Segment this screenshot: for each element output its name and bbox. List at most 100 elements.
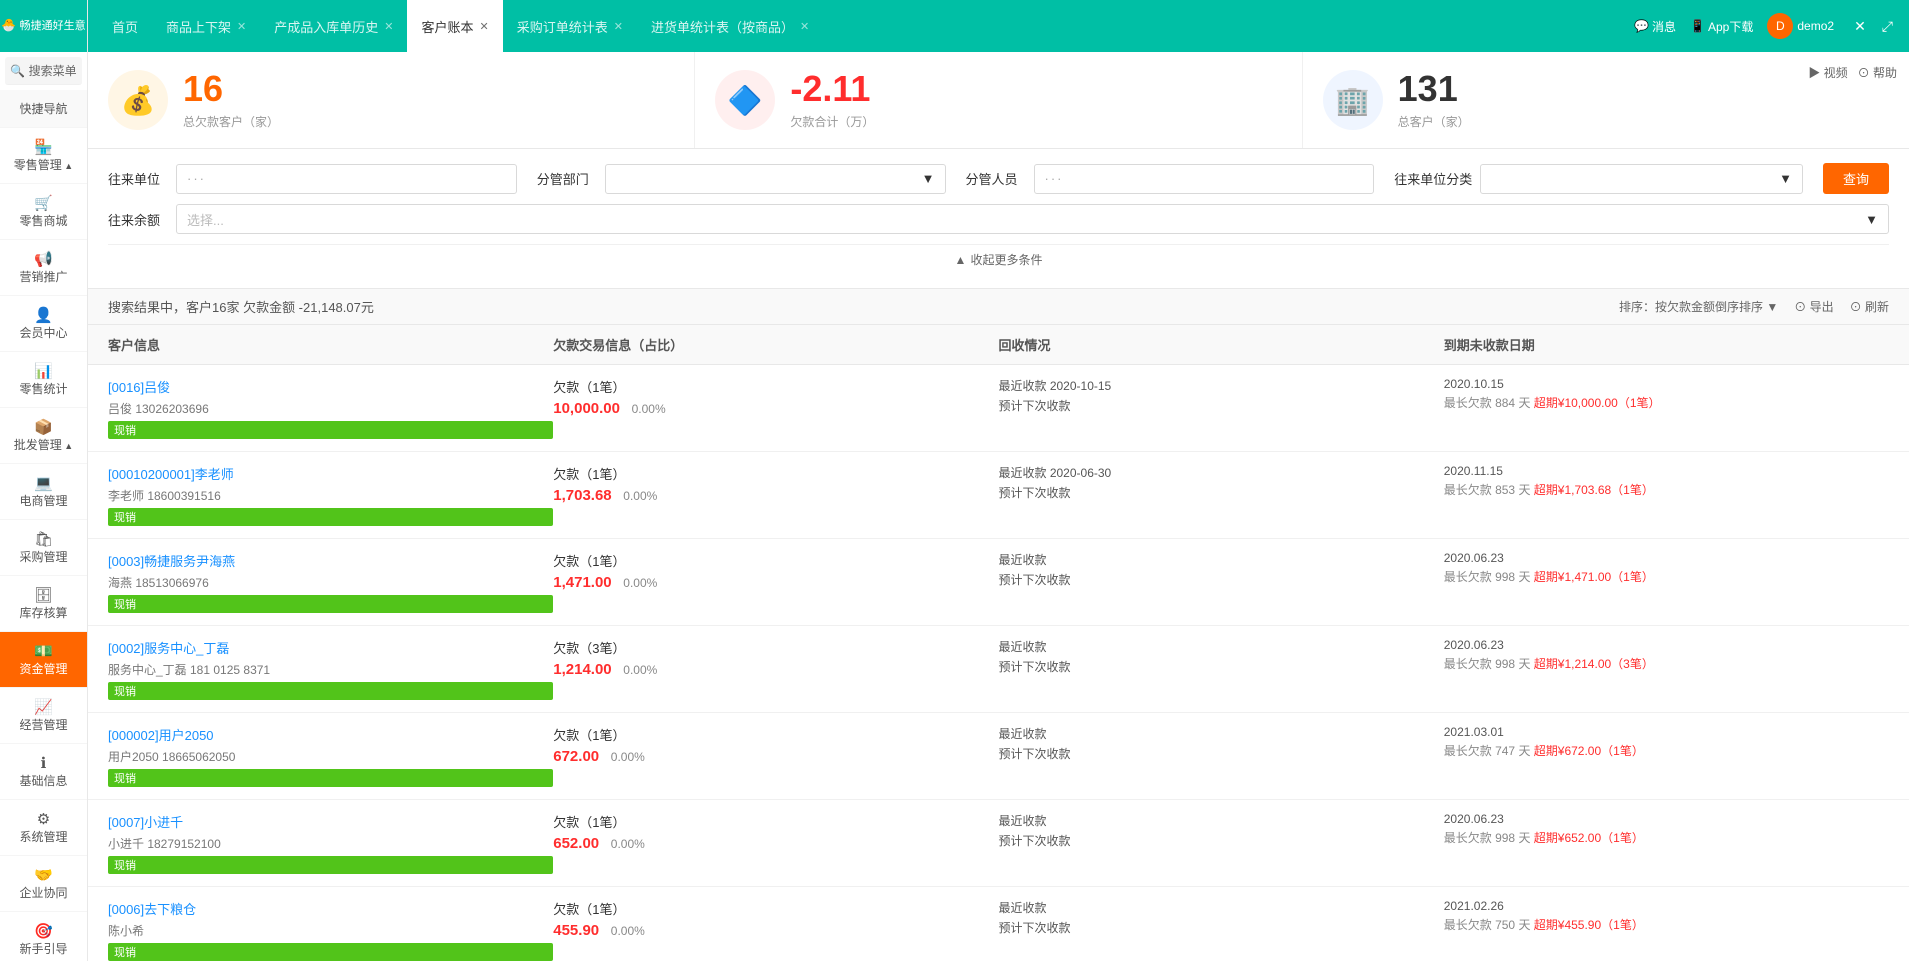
overdue-info-4: 2021.03.01 最长欠款 747 天 超期¥672.00（1笔） xyxy=(1444,725,1889,759)
expand-btn[interactable]: ⤢ xyxy=(1876,13,1899,39)
table-row: [0003]畅捷服务尹海燕 海燕 18513066976 现销 欠款（1笔） 1… xyxy=(88,539,1909,626)
customer-phone-6: 陈小希 xyxy=(108,922,553,939)
collapse-icon: ▲ xyxy=(955,253,967,267)
message-btn[interactable]: 💬 消息 xyxy=(1634,18,1676,35)
customer-name-4[interactable]: [000002]用户2050 xyxy=(108,725,553,744)
customer-name-6[interactable]: [0006]去下粮仓 xyxy=(108,899,553,918)
sidebar-item-7[interactable]: 🛍采购管理 xyxy=(0,520,87,576)
customer-info-4: [000002]用户2050 用户2050 18665062050 现销 xyxy=(108,725,553,787)
help-hint-btn[interactable]: ⊙ 帮助 xyxy=(1858,64,1897,81)
vendor-class-arrow-icon: ▼ xyxy=(1779,171,1792,186)
overdue-amount-4[interactable]: 超期¥672.00（1笔） xyxy=(1534,744,1644,758)
sidebar-item-0[interactable]: 🏪零售管理 ▲ xyxy=(0,128,87,184)
debt-percent-3: 0.00% xyxy=(623,663,657,677)
sidebar-item-10[interactable]: 📈经营管理 xyxy=(0,688,87,744)
vendor-input[interactable]: ··· xyxy=(176,164,517,194)
debt-count-0: 欠款（1笔） xyxy=(553,377,998,396)
tab-close-btn[interactable]: ✕ xyxy=(480,20,489,33)
debt-count-2: 欠款（1笔） xyxy=(553,551,998,570)
filter-balance: 往来余额 选择... ▼ xyxy=(108,204,1889,234)
tab-close-btn[interactable]: ✕ xyxy=(384,20,393,33)
customer-name-0[interactable]: [0016]吕俊 xyxy=(108,377,553,396)
result-summary: 搜索结果中，客户16家 欠款金额 -21,148.07元 xyxy=(108,297,374,316)
col-due-date: 到期未收款日期 xyxy=(1444,335,1889,354)
nav-icon-4: 📊 xyxy=(5,362,82,380)
search-button[interactable]: 查询 xyxy=(1823,163,1889,194)
dept-select[interactable]: ▼ xyxy=(605,164,946,194)
sidebar-item-12[interactable]: ⚙系统管理 xyxy=(0,800,87,856)
filter-row-2: 往来余额 选择... ▼ xyxy=(108,204,1889,234)
topbar: 首页商品上下架✕产成品入库单历史✕客户账本✕采购订单统计表✕进货单统计表（按商品… xyxy=(88,0,1909,52)
sidebar-item-8[interactable]: 🗄库存核算 xyxy=(0,576,87,632)
tab-customer-account[interactable]: 客户账本✕ xyxy=(407,0,502,52)
search-icon: 🔍 xyxy=(10,64,25,78)
sidebar-item-6[interactable]: 💻电商管理 xyxy=(0,464,87,520)
stat-label-customers: 总欠款客户（家） xyxy=(183,113,279,130)
export-btn[interactable]: ⊙ 导出 xyxy=(1794,298,1833,315)
debt-percent-4: 0.00% xyxy=(611,750,645,764)
customer-phone-2: 海燕 18513066976 xyxy=(108,574,553,591)
filter-vendor-label: 往来单位 xyxy=(108,169,168,188)
customer-name-3[interactable]: [0002]服务中心_丁磊 xyxy=(108,638,553,657)
overdue-amount-1[interactable]: 超期¥1,703.68（1笔） xyxy=(1534,483,1654,497)
debt-amount-3: 1,214.00 xyxy=(553,661,611,678)
customer-tag-6: 现销 xyxy=(108,943,553,961)
sidebar-item-14[interactable]: 🎯新手引导 xyxy=(0,912,87,961)
customer-name-2[interactable]: [0003]畅捷服务尹海燕 xyxy=(108,551,553,570)
overdue-amount-6[interactable]: 超期¥455.90（1笔） xyxy=(1534,918,1644,932)
nav-icon-3: 👤 xyxy=(5,306,82,324)
customer-name-5[interactable]: [0007]小进千 xyxy=(108,812,553,831)
sidebar-item-13[interactable]: 🤝企业协同 xyxy=(0,856,87,912)
overdue-amount-0[interactable]: 超期¥10,000.00（1笔） xyxy=(1534,396,1661,410)
tab-products-off[interactable]: 商品上下架✕ xyxy=(152,0,260,52)
vendor-class-select[interactable]: ▼ xyxy=(1480,164,1803,194)
collection-info-5: 最近收款 预计下次收款 xyxy=(999,812,1444,849)
tab-close-btn[interactable]: ✕ xyxy=(237,20,246,33)
stat-card-total: 🏢 131 总客户（家） ▶ 视频 ⊙ 帮助 xyxy=(1303,52,1909,148)
close-all-btn[interactable]: ✕ xyxy=(1848,13,1872,39)
customer-info-5: [0007]小进千 小进千 18279152100 现销 xyxy=(108,812,553,874)
person-input[interactable]: ··· xyxy=(1034,164,1375,194)
search-menu-btn[interactable]: 🔍 搜索菜单 xyxy=(5,57,82,85)
sidebar-shortcut-nav[interactable]: 快捷导航 xyxy=(0,90,87,128)
sidebar-item-9[interactable]: 💵资金管理 xyxy=(0,632,87,688)
tab-close-btn[interactable]: ✕ xyxy=(800,20,809,33)
nav-icon-12: ⚙ xyxy=(5,810,82,828)
dept-arrow-icon: ▼ xyxy=(922,171,935,186)
sidebar-item-3[interactable]: 👤会员中心 xyxy=(0,296,87,352)
download-icon: 📱 xyxy=(1690,19,1705,33)
overdue-days-1: 最长欠款 853 天 超期¥1,703.68（1笔） xyxy=(1444,481,1889,498)
col-collection: 回收情况 xyxy=(999,335,1444,354)
overdue-info-3: 2020.06.23 最长欠款 998 天 超期¥1,214.00（3笔） xyxy=(1444,638,1889,672)
tab-close-btn[interactable]: ✕ xyxy=(614,20,623,33)
filter-person: 分管人员 ··· xyxy=(966,164,1375,194)
overdue-amount-2[interactable]: 超期¥1,471.00（1笔） xyxy=(1534,570,1654,584)
sort-btn[interactable]: 排序：按欠款金额倒序排序 ▼ xyxy=(1619,298,1778,315)
stats-bar: 💰 16 总欠款客户（家） 🔷 -2.11 欠款合计（万） 🏢 xyxy=(88,52,1909,149)
customer-table: 客户信息 欠款交易信息（占比） 回收情况 到期未收款日期 [0016]吕俊 吕俊… xyxy=(88,325,1909,961)
user-avatar[interactable]: D demo2 xyxy=(1767,13,1834,39)
tab-purchase-order[interactable]: 采购订单统计表✕ xyxy=(503,0,637,52)
sort-arrow-icon: ▼ xyxy=(1766,300,1778,314)
sidebar-item-11[interactable]: ℹ基础信息 xyxy=(0,744,87,800)
app-download-btn[interactable]: 📱 App下载 xyxy=(1690,18,1753,35)
customer-name-1[interactable]: [00010200001]李老师 xyxy=(108,464,553,483)
tab-stock-stats[interactable]: 进货单统计表（按商品）✕ xyxy=(637,0,823,52)
help-video-btn[interactable]: ▶ 视频 xyxy=(1808,64,1847,81)
overdue-days-5: 最长欠款 998 天 超期¥652.00（1笔） xyxy=(1444,829,1889,846)
customer-info-3: [0002]服务中心_丁磊 服务中心_丁磊 181 0125 8371 现销 xyxy=(108,638,553,700)
tab-product-history[interactable]: 产成品入库单历史✕ xyxy=(260,0,407,52)
sidebar-item-1[interactable]: 🛒零售商城 xyxy=(0,184,87,240)
tab-home[interactable]: 首页 xyxy=(98,0,152,52)
sidebar-item-5[interactable]: 📦批发管理 ▲ xyxy=(0,408,87,464)
overdue-amount-3[interactable]: 超期¥1,214.00（3笔） xyxy=(1534,657,1654,671)
balance-select[interactable]: 选择... ▼ xyxy=(176,204,1889,234)
sidebar-item-4[interactable]: 📊零售统计 xyxy=(0,352,87,408)
sidebar-item-2[interactable]: 📢营销推广 xyxy=(0,240,87,296)
customer-phone-3: 服务中心_丁磊 181 0125 8371 xyxy=(108,661,553,678)
last-collection-5: 最近收款 xyxy=(999,812,1444,829)
overdue-amount-5[interactable]: 超期¥652.00（1笔） xyxy=(1534,831,1644,845)
col-customer-info: 客户信息 xyxy=(108,335,553,354)
collapse-filter-btn[interactable]: ▲ 收起更多条件 xyxy=(108,244,1889,274)
refresh-btn[interactable]: ⊙ 刷新 xyxy=(1850,298,1889,315)
